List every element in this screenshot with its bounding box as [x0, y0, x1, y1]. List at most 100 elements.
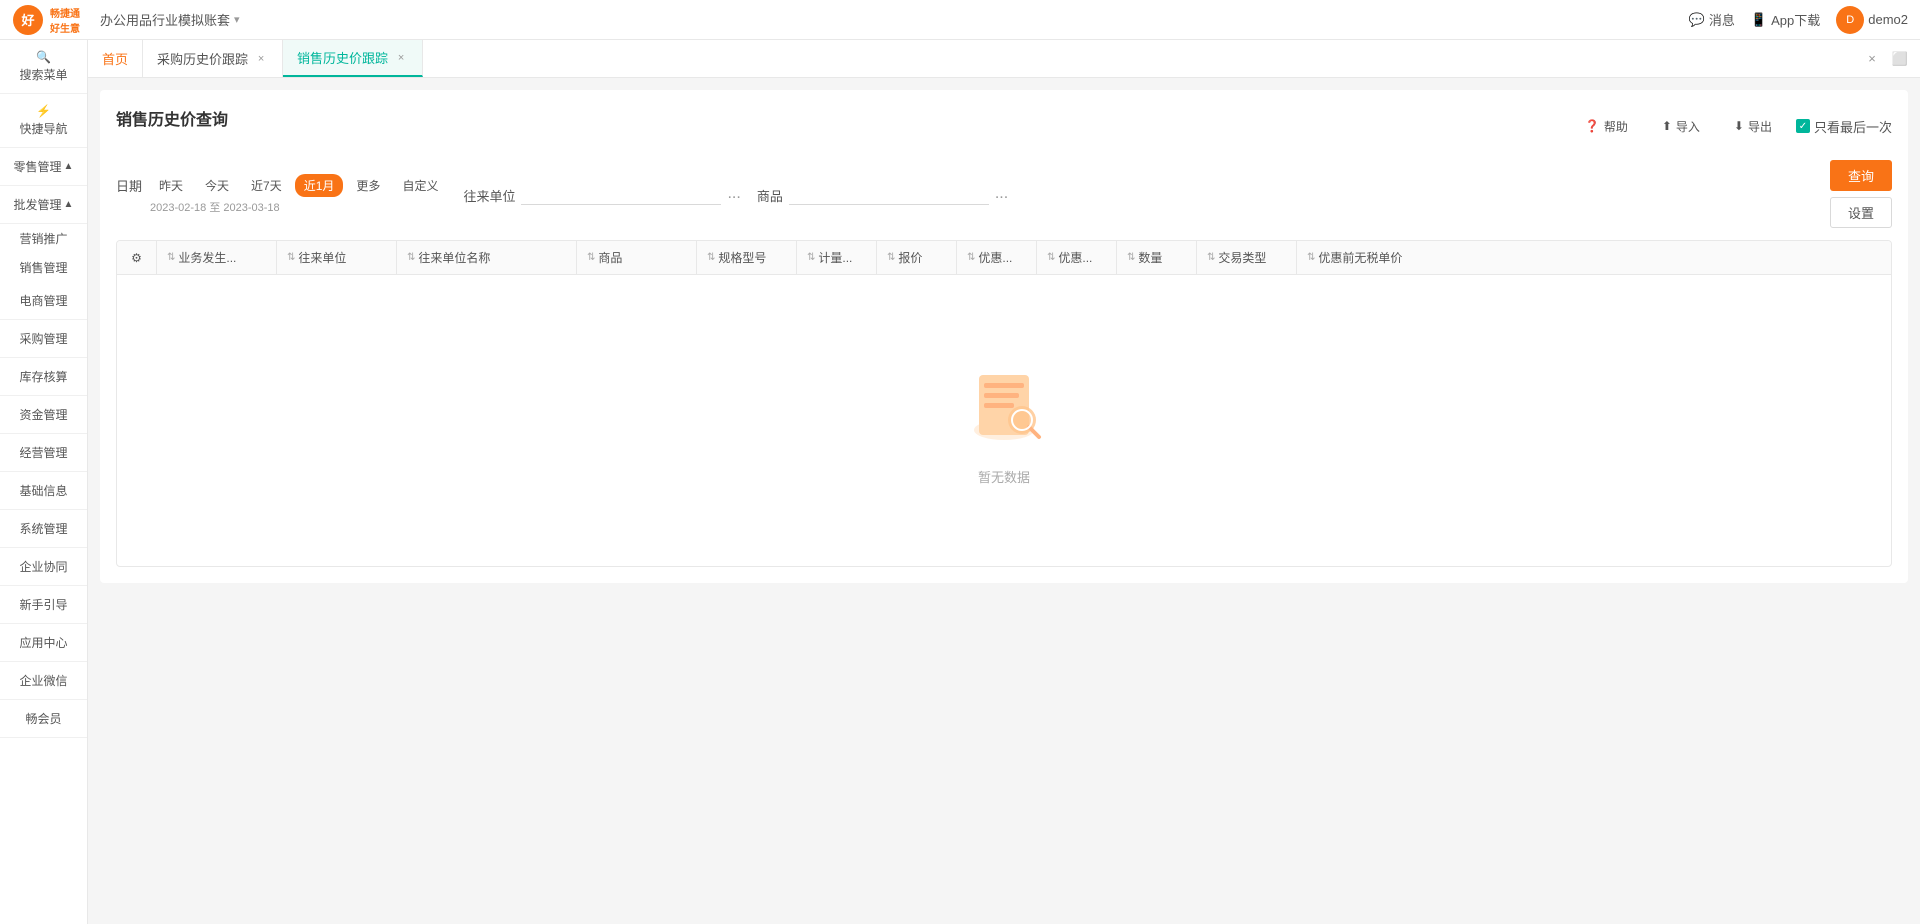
th-settings[interactable]: ⚙ [117, 241, 157, 274]
sort-unit-icon: ⇅ [287, 252, 295, 263]
maximize-icon: ⬜ [1892, 51, 1908, 67]
header-left: 好 畅捷通 好生意 办公用品行业模拟账套 ▾ [12, 4, 240, 36]
sort-quote-icon: ⇅ [887, 252, 895, 263]
export-button[interactable]: ⬇ 导出 [1724, 114, 1782, 139]
app-download-icon: 📱 [1751, 12, 1767, 28]
help-icon: ❓ [1585, 119, 1600, 133]
th-discount2[interactable]: ⇅ 优惠... [1037, 241, 1117, 274]
sidebar-item-membership[interactable]: 畅会员 [0, 700, 87, 738]
tab-bar: 首页 采购历史价跟踪 × 销售历史价跟踪 × × ⬜ [88, 40, 1920, 78]
import-button[interactable]: ⬆ 导入 [1652, 114, 1710, 139]
date-btn-7days[interactable]: 近7天 [242, 174, 291, 197]
sort-qty-icon: ⇅ [1127, 252, 1135, 263]
sidebar: 🔍 搜索菜单 ⚡ 快捷导航 零售管理 ▲ 批发管理 ▲ 营销推广 销售管理 电商… [0, 40, 88, 924]
product-filter-dots[interactable]: ... [995, 185, 1008, 203]
top-header: 好 畅捷通 好生意 办公用品行业模拟账套 ▾ 💬 消息 📱 App下载 D de… [0, 0, 1920, 40]
th-qty[interactable]: ⇅ 数量 [1117, 241, 1197, 274]
svg-text:好: 好 [20, 13, 34, 28]
maximize-button[interactable]: ⬜ [1888, 47, 1912, 71]
sidebar-item-search[interactable]: 🔍 搜索菜单 [0, 40, 87, 94]
app-title-dropdown-icon[interactable]: ▾ [234, 13, 240, 26]
close-all-icon: × [1868, 51, 1876, 66]
th-unit[interactable]: ⇅ 往来单位 [277, 241, 397, 274]
sort-tax-price-icon: ⇅ [1307, 252, 1315, 263]
sort-product-icon: ⇅ [587, 252, 595, 263]
data-table: ⚙ ⇅ 业务发生... ⇅ 往来单位 ⇅ 往来单位名称 [116, 240, 1892, 567]
app-logo: 好 [12, 4, 44, 36]
product-filter-input[interactable] [789, 183, 989, 205]
th-quote[interactable]: ⇅ 报价 [877, 241, 957, 274]
message-icon: 💬 [1689, 12, 1705, 28]
main-layout: 🔍 搜索菜单 ⚡ 快捷导航 零售管理 ▲ 批发管理 ▲ 营销推广 销售管理 电商… [0, 40, 1920, 924]
sidebar-item-newbie[interactable]: 新手引导 [0, 586, 87, 624]
quick-nav-icon: ⚡ [36, 104, 51, 118]
th-spec[interactable]: ⇅ 规格型号 [697, 241, 797, 274]
table-settings-icon[interactable]: ⚙ [131, 251, 142, 265]
app-download-button[interactable]: 📱 App下载 [1751, 10, 1820, 29]
date-btn-yesterday[interactable]: 昨天 [150, 174, 192, 197]
th-unit-measure[interactable]: ⇅ 计量... [797, 241, 877, 274]
th-product[interactable]: ⇅ 商品 [577, 241, 697, 274]
th-unit-name[interactable]: ⇅ 往来单位名称 [397, 241, 577, 274]
sort-unit-measure-icon: ⇅ [807, 252, 815, 263]
product-filter-group: 商品 ... [757, 183, 1008, 205]
sidebar-item-retail[interactable]: 零售管理 ▲ [0, 148, 87, 186]
query-button[interactable]: 查询 [1830, 160, 1892, 191]
app-title-area[interactable]: 办公用品行业模拟账套 ▾ [100, 10, 240, 29]
tab-purchase-history[interactable]: 采购历史价跟踪 × [143, 40, 283, 77]
sort-discount2-icon: ⇅ [1047, 252, 1055, 263]
tab-sales-history[interactable]: 销售历史价跟踪 × [283, 40, 423, 77]
sidebar-item-basic[interactable]: 基础信息 [0, 472, 87, 510]
tab-close-sales-icon[interactable]: × [394, 51, 408, 65]
content-area: 首页 采购历史价跟踪 × 销售历史价跟踪 × × ⬜ [88, 40, 1920, 924]
sort-trade-type-icon: ⇅ [1207, 252, 1215, 263]
sidebar-sub-item-marketing[interactable]: 营销推广 [0, 224, 87, 253]
app-title: 办公用品行业模拟账套 [100, 10, 230, 29]
sidebar-item-finance[interactable]: 资金管理 [0, 396, 87, 434]
settings-button[interactable]: 设置 [1830, 197, 1892, 228]
tab-close-purchase-icon[interactable]: × [254, 52, 268, 66]
sidebar-item-inventory[interactable]: 库存核算 [0, 358, 87, 396]
only-last-checkbox-label[interactable]: ✓ 只看最后一次 [1796, 117, 1892, 136]
date-filter-label: 日期 [116, 174, 142, 195]
sidebar-item-wholesale[interactable]: 批发管理 ▲ [0, 186, 87, 224]
tab-actions: × ⬜ [1860, 40, 1920, 77]
only-last-checkbox[interactable]: ✓ [1796, 119, 1810, 133]
help-button[interactable]: ❓ 帮助 [1575, 114, 1638, 139]
sidebar-item-system[interactable]: 系统管理 [0, 510, 87, 548]
th-trade-type[interactable]: ⇅ 交易类型 [1197, 241, 1297, 274]
empty-state-icon [954, 355, 1054, 455]
sidebar-item-apps[interactable]: 应用中心 [0, 624, 87, 662]
header-right: 💬 消息 📱 App下载 D demo2 [1689, 6, 1908, 34]
th-discount1[interactable]: ⇅ 优惠... [957, 241, 1037, 274]
tab-home[interactable]: 首页 [88, 40, 143, 77]
table-header: ⚙ ⇅ 业务发生... ⇅ 往来单位 ⇅ 往来单位名称 [117, 241, 1891, 275]
sidebar-item-quick-nav[interactable]: ⚡ 快捷导航 [0, 94, 87, 148]
retail-arrow-icon: ▲ [64, 161, 74, 172]
sidebar-item-operations[interactable]: 经营管理 [0, 434, 87, 472]
partner-filter-group: 往来单位 ... [463, 183, 740, 205]
date-btn-today[interactable]: 今天 [196, 174, 238, 197]
product-filter-label: 商品 [757, 184, 783, 205]
sidebar-sub-item-sales[interactable]: 销售管理 [0, 253, 87, 282]
close-all-tabs-button[interactable]: × [1860, 47, 1884, 71]
date-range-text: 2023-02-18 至 2023-03-18 [150, 199, 447, 215]
sidebar-item-ecommerce[interactable]: 电商管理 [0, 282, 87, 320]
search-icon: 🔍 [36, 50, 51, 64]
partner-filter-label: 往来单位 [463, 184, 515, 205]
user-avatar: D [1836, 6, 1864, 34]
date-btn-1month[interactable]: 近1月 [295, 174, 344, 197]
partner-filter-dots[interactable]: ... [727, 185, 740, 203]
partner-filter-input[interactable] [521, 183, 721, 205]
sidebar-item-purchase[interactable]: 采购管理 [0, 320, 87, 358]
logo-text: 畅捷通 好生意 [50, 5, 80, 35]
sidebar-item-wechat[interactable]: 企业微信 [0, 662, 87, 700]
th-tax-price[interactable]: ⇅ 优惠前无税单价 [1297, 241, 1891, 274]
import-icon: ⬆ [1662, 119, 1672, 133]
sidebar-item-enterprise[interactable]: 企业协同 [0, 548, 87, 586]
date-btn-more[interactable]: 更多 [347, 174, 389, 197]
user-profile[interactable]: D demo2 [1836, 6, 1908, 34]
date-btn-custom[interactable]: 自定义 [393, 174, 447, 197]
message-button[interactable]: 💬 消息 [1689, 10, 1735, 29]
th-date[interactable]: ⇅ 业务发生... [157, 241, 277, 274]
